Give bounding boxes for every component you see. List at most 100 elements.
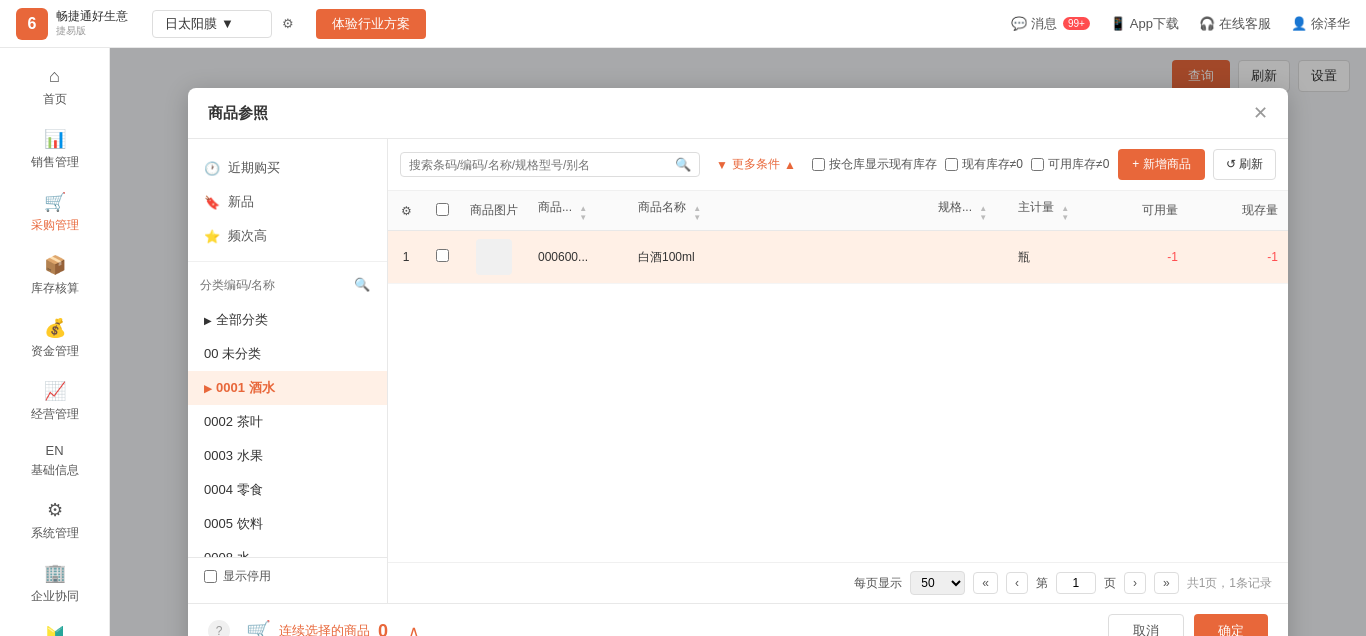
warehouse-stock-checkbox[interactable] xyxy=(812,158,825,171)
arrow-active-icon: ▶ xyxy=(204,383,212,394)
more-filter-button[interactable]: ▼ 更多条件 ▲ xyxy=(708,152,804,177)
modal-body: 🕐 近期购买 🔖 新品 ⭐ 频次高 xyxy=(188,139,1288,603)
modal-footer: ? 🛒 连续选择的商品 0 ∧ 取消 确定 xyxy=(188,603,1288,636)
help-icon[interactable]: ? xyxy=(208,620,230,636)
refresh-modal-button[interactable]: ↺ 刷新 xyxy=(1213,149,1276,180)
display-disabled-checkbox[interactable] xyxy=(204,570,217,583)
col-header-img: 商品图片 xyxy=(460,191,528,231)
row-code: 000600... xyxy=(528,231,628,284)
row-checkbox[interactable] xyxy=(436,249,449,262)
product-search-box: 🔍 xyxy=(400,152,700,177)
filter-actions: + 新增商品 ↺ 刷新 xyxy=(1118,149,1276,180)
add-product-button[interactable]: + 新增商品 xyxy=(1118,149,1204,180)
next-page-button[interactable]: › xyxy=(1124,572,1146,594)
page-input[interactable] xyxy=(1056,572,1096,594)
sidebar-item-finance[interactable]: 💰 资金管理 xyxy=(0,307,109,370)
product-table: ⚙ 商品图片 商品... ▲▼ xyxy=(388,191,1288,284)
category-item-0004[interactable]: 0004 零食 xyxy=(188,473,387,507)
modal-close-button[interactable]: ✕ xyxy=(1253,102,1268,124)
row-spec xyxy=(928,231,1008,284)
top-nav: 6 畅捷通好生意 捷易版 日太阳膜 ▼ ⚙ 体验行业方案 💬 消息 99+ 📱 … xyxy=(0,0,1366,48)
arrow-right-icon: ▶ xyxy=(204,315,212,326)
category-item-0005[interactable]: 0005 饮料 xyxy=(188,507,387,541)
table-row[interactable]: 1 000600... 白酒100ml xyxy=(388,231,1288,284)
prev-page-button[interactable]: ‹ xyxy=(1006,572,1028,594)
footer-actions: 取消 确定 xyxy=(1108,614,1268,636)
current-stock-filter[interactable]: 现有库存≠0 xyxy=(945,156,1023,173)
row-checkbox-cell[interactable] xyxy=(424,231,460,284)
category-item-0002[interactable]: 0002 茶叶 xyxy=(188,405,387,439)
cart-label: 连续选择的商品 xyxy=(279,622,370,636)
category-panel: 🕐 近期购买 🔖 新品 ⭐ 频次高 xyxy=(188,139,388,603)
nav-right: 💬 消息 99+ 📱 App下载 🎧 在线客服 👤 徐泽华 xyxy=(1011,15,1350,33)
category-all[interactable]: ▶ 全部分类 xyxy=(188,303,387,337)
row-stock: -1 xyxy=(1188,231,1288,284)
category-search-area: 🔍 《 xyxy=(188,266,387,303)
messages-nav-item[interactable]: 💬 消息 99+ xyxy=(1011,15,1090,33)
sidebar-item-operations[interactable]: 📈 经营管理 xyxy=(0,370,109,433)
sidebar-item-sales[interactable]: 📊 销售管理 xyxy=(0,118,109,181)
guide-icon: 🔰 xyxy=(44,625,66,636)
sidebar-item-system[interactable]: ⚙ 系统管理 xyxy=(0,489,109,552)
row-available: -1 xyxy=(1088,231,1188,284)
col-header-spec[interactable]: 规格... ▲▼ xyxy=(928,191,1008,231)
finance-icon: 💰 xyxy=(44,317,66,339)
category-item-0008[interactable]: 0008 水 xyxy=(188,541,387,557)
category-item-0001[interactable]: ▶ 0001 酒水 xyxy=(188,371,387,405)
col-header-unit[interactable]: 主计量 ▲▼ xyxy=(1008,191,1088,231)
last-page-button[interactable]: » xyxy=(1154,572,1179,594)
available-stock-filter[interactable]: 可用库存≠0 xyxy=(1031,156,1109,173)
sidebar-item-inventory[interactable]: 📦 库存核算 xyxy=(0,244,109,307)
quick-high-frequency[interactable]: ⭐ 频次高 xyxy=(188,219,387,253)
cancel-button[interactable]: 取消 xyxy=(1108,614,1184,636)
sidebar-item-basics[interactable]: EN 基础信息 xyxy=(0,433,109,489)
sidebar-item-purchase[interactable]: 🛒 采购管理 xyxy=(0,181,109,244)
available-stock-checkbox[interactable] xyxy=(1031,158,1044,171)
current-stock-checkbox[interactable] xyxy=(945,158,958,171)
per-page-select[interactable]: 50 100 200 xyxy=(910,571,965,595)
row-name: 白酒100ml xyxy=(628,231,928,284)
category-item-0003[interactable]: 0003 水果 xyxy=(188,439,387,473)
main-content: 查询 刷新 设置 商品参照 ✕ 🕐 近期购买 xyxy=(110,48,1366,636)
app-download-nav-item[interactable]: 📱 App下载 xyxy=(1110,15,1179,33)
message-badge: 99+ xyxy=(1063,17,1090,30)
warehouse-stock-filter[interactable]: 按仓库显示现有库存 xyxy=(812,156,937,173)
col-header-settings[interactable]: ⚙ xyxy=(388,191,424,231)
search-icon[interactable]: 🔍 xyxy=(675,157,691,172)
collapse-footer-button[interactable]: ∧ xyxy=(408,622,420,637)
col-header-checkbox[interactable] xyxy=(424,191,460,231)
sidebar-item-home[interactable]: ⌂ 首页 xyxy=(0,56,109,118)
logo-area: 6 畅捷通好生意 捷易版 xyxy=(16,8,136,40)
settings-button[interactable]: ⚙ xyxy=(272,8,304,40)
experience-btn[interactable]: 体验行业方案 xyxy=(316,9,426,39)
col-header-code[interactable]: 商品... ▲▼ xyxy=(528,191,628,231)
product-search-input[interactable] xyxy=(409,158,671,172)
quick-recent-purchase[interactable]: 🕐 近期购买 xyxy=(188,151,387,185)
sidebar-item-collab[interactable]: 🏢 企业协同 xyxy=(0,552,109,615)
collapse-panel-button[interactable]: 《 xyxy=(374,272,388,297)
cart-icon[interactable]: 🛒 xyxy=(246,619,271,636)
category-search-icon[interactable]: 🔍 xyxy=(354,277,370,292)
star-icon: ⭐ xyxy=(204,229,220,244)
cart-area: 🛒 连续选择的商品 0 xyxy=(246,619,388,636)
sidebar-item-guide[interactable]: 🔰 新手引导 xyxy=(0,615,109,636)
home-icon: ⌂ xyxy=(49,66,60,87)
pagination-info: 共1页，1条记录 xyxy=(1187,575,1272,592)
select-all-checkbox[interactable] xyxy=(436,203,449,216)
category-item-00[interactable]: 00 未分类 xyxy=(188,337,387,371)
purchase-icon: 🛒 xyxy=(44,191,66,213)
col-header-name[interactable]: 商品名称 ▲▼ xyxy=(628,191,928,231)
col-header-available: 可用量 xyxy=(1088,191,1188,231)
display-disabled-area: 显示停用 xyxy=(188,557,387,595)
pagination-bar: 每页显示 50 100 200 « ‹ 第 页 › » 共1页，1条记 xyxy=(388,562,1288,603)
user-avatar-nav-item[interactable]: 👤 徐泽华 xyxy=(1291,15,1350,33)
category-search-input[interactable] xyxy=(200,278,350,292)
first-page-button[interactable]: « xyxy=(973,572,998,594)
online-service-nav-item[interactable]: 🎧 在线客服 xyxy=(1199,15,1271,33)
product-img xyxy=(476,239,512,275)
confirm-button[interactable]: 确定 xyxy=(1194,614,1268,636)
quick-new-products[interactable]: 🔖 新品 xyxy=(188,185,387,219)
filter-icon: ▼ xyxy=(716,158,728,172)
clock-icon: 🕐 xyxy=(204,161,220,176)
nav-selector[interactable]: 日太阳膜 ▼ xyxy=(152,10,272,38)
